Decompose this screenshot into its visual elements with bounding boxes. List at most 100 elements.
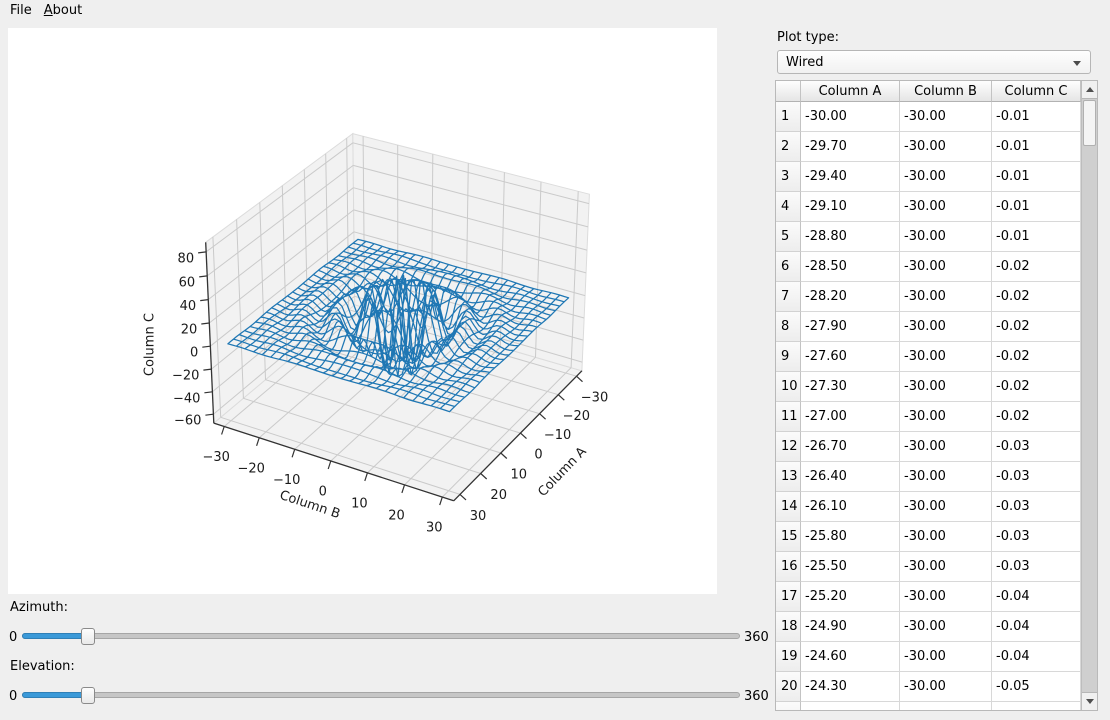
- table-cell[interactable]: -0.02: [992, 402, 1081, 432]
- row-number[interactable]: 5: [776, 222, 801, 252]
- table-cell[interactable]: -25.50: [801, 552, 900, 582]
- table-cell[interactable]: -0.02: [992, 252, 1081, 282]
- row-number[interactable]: 11: [776, 402, 801, 432]
- table-cell[interactable]: -24.30: [801, 672, 900, 702]
- slider-groove[interactable]: [22, 692, 740, 698]
- table-cell[interactable]: -30.00: [900, 282, 992, 312]
- table-cell[interactable]: -0.01: [992, 132, 1081, 162]
- row-number[interactable]: 10: [776, 372, 801, 402]
- slider-handle[interactable]: [81, 628, 95, 645]
- table-cell[interactable]: [992, 702, 1081, 711]
- column-header-a[interactable]: Column A: [801, 81, 900, 102]
- slider-handle[interactable]: [81, 687, 95, 704]
- table-scrollbar[interactable]: [1081, 81, 1097, 710]
- table-cell[interactable]: -0.04: [992, 612, 1081, 642]
- row-number[interactable]: 13: [776, 462, 801, 492]
- row-number[interactable]: 4: [776, 192, 801, 222]
- table-cell[interactable]: -0.01: [992, 222, 1081, 252]
- table-cell[interactable]: -29.70: [801, 132, 900, 162]
- table-cell[interactable]: -0.02: [992, 282, 1081, 312]
- table-cell[interactable]: -30.00: [900, 372, 992, 402]
- table-cell[interactable]: -0.01: [992, 162, 1081, 192]
- table-cell[interactable]: -0.03: [992, 492, 1081, 522]
- table-cell[interactable]: -30.00: [900, 552, 992, 582]
- row-number[interactable]: 20: [776, 672, 801, 702]
- table-cell[interactable]: -0.04: [992, 642, 1081, 672]
- table-cell[interactable]: -30.00: [900, 402, 992, 432]
- table-cell[interactable]: -26.40: [801, 462, 900, 492]
- menu-item-about[interactable]: About: [38, 1, 88, 20]
- table-cell[interactable]: -25.20: [801, 582, 900, 612]
- azimuth-slider[interactable]: [22, 628, 740, 645]
- table-cell[interactable]: -30.00: [900, 312, 992, 342]
- table-cell[interactable]: -0.03: [992, 522, 1081, 552]
- table-cell[interactable]: -0.03: [992, 462, 1081, 492]
- column-header-b[interactable]: Column B: [900, 81, 992, 102]
- row-number[interactable]: 1: [776, 102, 801, 132]
- table-cell[interactable]: -0.02: [992, 342, 1081, 372]
- row-number[interactable]: 15: [776, 522, 801, 552]
- table-cell[interactable]: -0.03: [992, 432, 1081, 462]
- table-cell[interactable]: -27.60: [801, 342, 900, 372]
- table-cell[interactable]: -30.00: [900, 672, 992, 702]
- table-cell[interactable]: -27.90: [801, 312, 900, 342]
- table-cell[interactable]: -0.04: [992, 582, 1081, 612]
- table-cell[interactable]: -29.10: [801, 192, 900, 222]
- table-cell[interactable]: -26.70: [801, 432, 900, 462]
- table-cell[interactable]: -28.50: [801, 252, 900, 282]
- table-cell[interactable]: -28.20: [801, 282, 900, 312]
- row-number[interactable]: 3: [776, 162, 801, 192]
- row-number[interactable]: 16: [776, 552, 801, 582]
- table-cell[interactable]: -25.80: [801, 522, 900, 552]
- table-cell[interactable]: -30.00: [900, 132, 992, 162]
- table-cell[interactable]: -30.00: [900, 642, 992, 672]
- row-number[interactable]: [776, 702, 801, 711]
- row-number[interactable]: 12: [776, 432, 801, 462]
- table-cell[interactable]: -26.10: [801, 492, 900, 522]
- row-number[interactable]: 9: [776, 342, 801, 372]
- scrollbar-thumb[interactable]: [1083, 100, 1096, 146]
- scroll-down-button[interactable]: [1082, 692, 1097, 710]
- plot-type-select[interactable]: Wired: [777, 50, 1091, 74]
- plot-canvas[interactable]: −30−20−100102030−30−20−10010203080604020…: [8, 28, 717, 594]
- table-cell[interactable]: -30.00: [900, 612, 992, 642]
- table-cell[interactable]: -24.90: [801, 612, 900, 642]
- table-cell[interactable]: -30.00: [900, 342, 992, 372]
- table-cell[interactable]: -27.00: [801, 402, 900, 432]
- column-header-c[interactable]: Column C: [992, 81, 1081, 102]
- row-number[interactable]: 8: [776, 312, 801, 342]
- slider-groove[interactable]: [22, 633, 740, 639]
- row-number[interactable]: 17: [776, 582, 801, 612]
- table-cell[interactable]: -0.05: [992, 672, 1081, 702]
- table-cell[interactable]: -30.00: [900, 522, 992, 552]
- row-number[interactable]: 2: [776, 132, 801, 162]
- table-cell[interactable]: -27.30: [801, 372, 900, 402]
- table-cell[interactable]: -30.00: [900, 462, 992, 492]
- row-number[interactable]: 18: [776, 612, 801, 642]
- row-number[interactable]: 6: [776, 252, 801, 282]
- row-number[interactable]: 14: [776, 492, 801, 522]
- table-cell[interactable]: -0.02: [992, 372, 1081, 402]
- table-cell[interactable]: -0.03: [992, 552, 1081, 582]
- table-corner-header[interactable]: [776, 81, 801, 102]
- table-cell[interactable]: -30.00: [801, 102, 900, 132]
- table-cell[interactable]: -30.00: [900, 102, 992, 132]
- table-cell[interactable]: -30.00: [900, 222, 992, 252]
- elevation-slider[interactable]: [22, 687, 740, 704]
- table-cell[interactable]: -30.00: [900, 582, 992, 612]
- scroll-up-button[interactable]: [1082, 81, 1097, 99]
- table-cell[interactable]: [900, 702, 992, 711]
- menu-item-file[interactable]: File: [4, 1, 38, 20]
- table-cell[interactable]: -30.00: [900, 492, 992, 522]
- table-cell[interactable]: -30.00: [900, 432, 992, 462]
- table-cell[interactable]: -0.01: [992, 192, 1081, 222]
- table-cell[interactable]: -0.02: [992, 312, 1081, 342]
- table-cell[interactable]: -28.80: [801, 222, 900, 252]
- table-cell[interactable]: -29.40: [801, 162, 900, 192]
- table-cell[interactable]: -0.01: [992, 102, 1081, 132]
- table-cell[interactable]: -30.00: [900, 252, 992, 282]
- table-cell[interactable]: -24.60: [801, 642, 900, 672]
- table-cell[interactable]: -30.00: [900, 192, 992, 222]
- row-number[interactable]: 7: [776, 282, 801, 312]
- table-cell[interactable]: -30.00: [900, 162, 992, 192]
